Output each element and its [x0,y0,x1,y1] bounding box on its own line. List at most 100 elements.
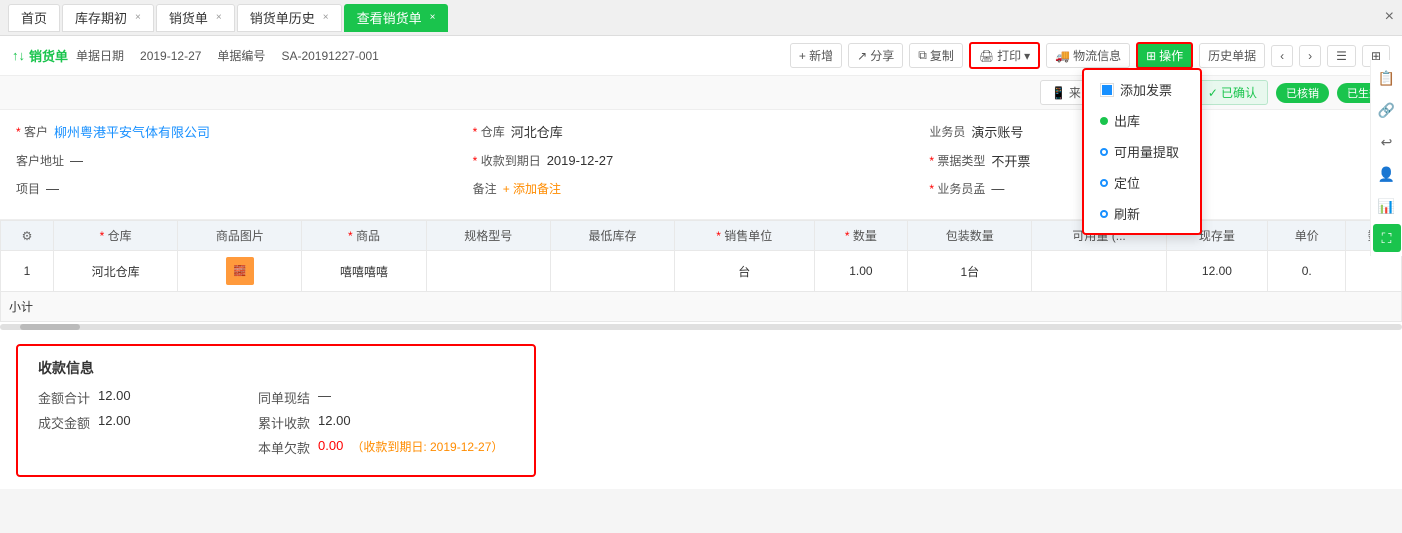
total-amount-label: 金额合计 [38,388,90,407]
window-close-button[interactable]: × [1385,8,1394,26]
payment-date-field: 收款到期日 2019-12-27 [473,152,914,169]
product-table: ⚙ * 仓库 商品图片 * 商品 规格型号 最低库存 * 销售单位 * 数量 包… [0,220,1402,322]
row-num: 1 [1,251,54,292]
row-warehouse: 河北仓库 [54,251,178,292]
outstanding-extra: （收款到期日: 2019-12-27） [351,438,503,457]
close-icon[interactable]: × [430,12,436,23]
tab-view-sales-order[interactable]: 查看销货单 × [344,4,449,32]
tab-inventory-init[interactable]: 库存期初 × [62,4,154,32]
subtotal-label: 小计 [1,292,1402,322]
staff-label: 业务员孟 [929,180,985,197]
circle-icon [1100,148,1108,156]
payment-row-1: 金额合计 12.00 同单现结 — [38,388,514,407]
note-field: 备注 添加备注 [473,180,914,197]
sidebar-icon-2[interactable]: 🔗 [1373,96,1401,124]
logistics-button[interactable]: 🚚 物流信息 [1046,43,1130,68]
total-amount-value: 12.00 [98,388,131,407]
close-icon[interactable]: × [323,12,329,23]
warehouse-value: 河北仓库 [511,122,563,141]
deal-amount-item: 成交金额 12.00 [38,413,218,432]
confirmed-button[interactable]: ✓ 已确认 [1197,80,1268,105]
ticket-type-label: 票据类型 [929,152,985,169]
right-sidebar: 📋 🔗 ↩ 👤 📊 ⛶ [1370,60,1402,256]
number-label: 单据编号 [217,47,265,64]
next-button[interactable]: › [1299,45,1321,67]
tab-home[interactable]: 首页 [8,4,60,32]
list-view-button[interactable]: ☰ [1327,45,1356,67]
ticket-type-value: 不开票 [991,151,1030,170]
spacer-item [38,438,218,457]
col-spec: 规格型号 [426,221,550,251]
copy-icon: ⧉ [918,48,927,63]
dropdown-add-invoice[interactable]: 添加发票 [1084,74,1200,105]
sidebar-icon-3[interactable]: ↩ [1373,128,1401,156]
toolbar-right: + 新增 ↗ 分享 ⧉ 复制 🖨 打印 ▾ 🚚 物流信息 ⊞ 操作 [790,42,1390,69]
circle-icon [1100,179,1108,187]
cumulative-payment-value: 12.00 [318,413,351,432]
product-table-wrapper: ⚙ * 仓库 商品图片 * 商品 规格型号 最低库存 * 销售单位 * 数量 包… [0,220,1402,332]
sidebar-icon-5[interactable]: 📊 [1373,192,1401,220]
invoice-icon [1100,83,1114,97]
customer-field: 客户 柳州粤港平安气体有限公司 [16,122,457,141]
dropdown-refresh[interactable]: 刷新 [1084,198,1200,229]
share-button[interactable]: ↗ 分享 [848,43,903,68]
sidebar-icon-expand[interactable]: ⛶ [1373,224,1401,252]
row-amount [1346,251,1402,292]
doc-type-icon: ↑↓ [12,48,25,63]
print-button[interactable]: 🖨 打印 ▾ [969,42,1040,69]
col-qty: * 数量 [814,221,908,251]
share-icon: ↗ [857,49,867,63]
address-value: — [70,153,83,168]
history-button[interactable]: 历史单据 [1199,43,1265,68]
dropdown-locate[interactable]: 定位 [1084,167,1200,198]
truck-icon: 🚚 [1055,49,1070,63]
tab-sales-order[interactable]: 销货单 × [156,4,235,32]
project-label: 项目 [16,180,40,197]
deal-amount-value: 12.00 [98,413,131,432]
dropdown-outbound[interactable]: 出库 [1084,105,1200,136]
prev-button[interactable]: ‹ [1271,45,1293,67]
warehouse-field: 仓库 河北仓库 [473,122,914,141]
project-field: 项目 — [16,180,457,197]
payment-date-label: 收款到期日 [473,152,541,169]
payment-row-3: 本单欠款 0.00 （收款到期日: 2019-12-27） [38,438,514,457]
sidebar-icon-4[interactable]: 👤 [1373,160,1401,188]
row-pkg-qty: 1台 [908,251,1032,292]
operate-button[interactable]: ⊞ 操作 [1136,42,1193,69]
number-value: SA-20191227-001 [281,49,378,63]
dropdown-available-qty[interactable]: 可用量提取 [1084,136,1200,167]
date-label: 单据日期 [76,47,124,64]
doc-type-label: ↑↓ 销货单 [12,46,68,65]
customer-value[interactable]: 柳州粤港平安气体有限公司 [54,122,210,141]
col-gear[interactable]: ⚙ [1,221,54,251]
sidebar-icon-1[interactable]: 📋 [1373,64,1401,92]
operate-dropdown: 添加发票 出库 可用量提取 定位 刷新 [1082,68,1202,235]
payment-title: 收款信息 [38,358,514,378]
row-stock: 12.00 [1166,251,1267,292]
cumulative-payment-item: 累计收款 12.00 [258,413,438,432]
subtotal-row: 小计 [1,292,1402,322]
payment-row-2: 成交金额 12.00 累计收款 12.00 [38,413,514,432]
dot-icon [1100,117,1108,125]
same-order-settlement-value: — [318,388,331,407]
note-label: 备注 [473,180,497,197]
payment-info: 收款信息 金额合计 12.00 同单现结 — 成交金额 12.00 累计收款 [16,344,536,477]
salesperson-value: 演示账号 [971,122,1023,141]
col-pkg-qty: 包装数量 [908,221,1032,251]
close-icon[interactable]: × [135,12,141,23]
col-warehouse: * 仓库 [54,221,178,251]
col-min-stock: 最低库存 [550,221,674,251]
tab-sales-history[interactable]: 销货单历史 × [237,4,342,32]
col-product: * 商品 [302,221,426,251]
cancelled-button[interactable]: 已核销 [1276,83,1329,103]
address-label: 客户地址 [16,152,64,169]
grid-icon: ⊞ [1146,49,1156,63]
staff-value: — [991,181,1004,196]
new-button[interactable]: + 新增 [790,43,842,68]
copy-button[interactable]: ⧉ 复制 [909,43,963,68]
close-icon[interactable]: × [216,12,222,23]
col-unit: * 销售单位 [675,221,815,251]
gear-icon[interactable]: ⚙ [22,229,33,243]
add-note-button[interactable]: 添加备注 [503,180,561,197]
circle-icon [1100,210,1108,218]
